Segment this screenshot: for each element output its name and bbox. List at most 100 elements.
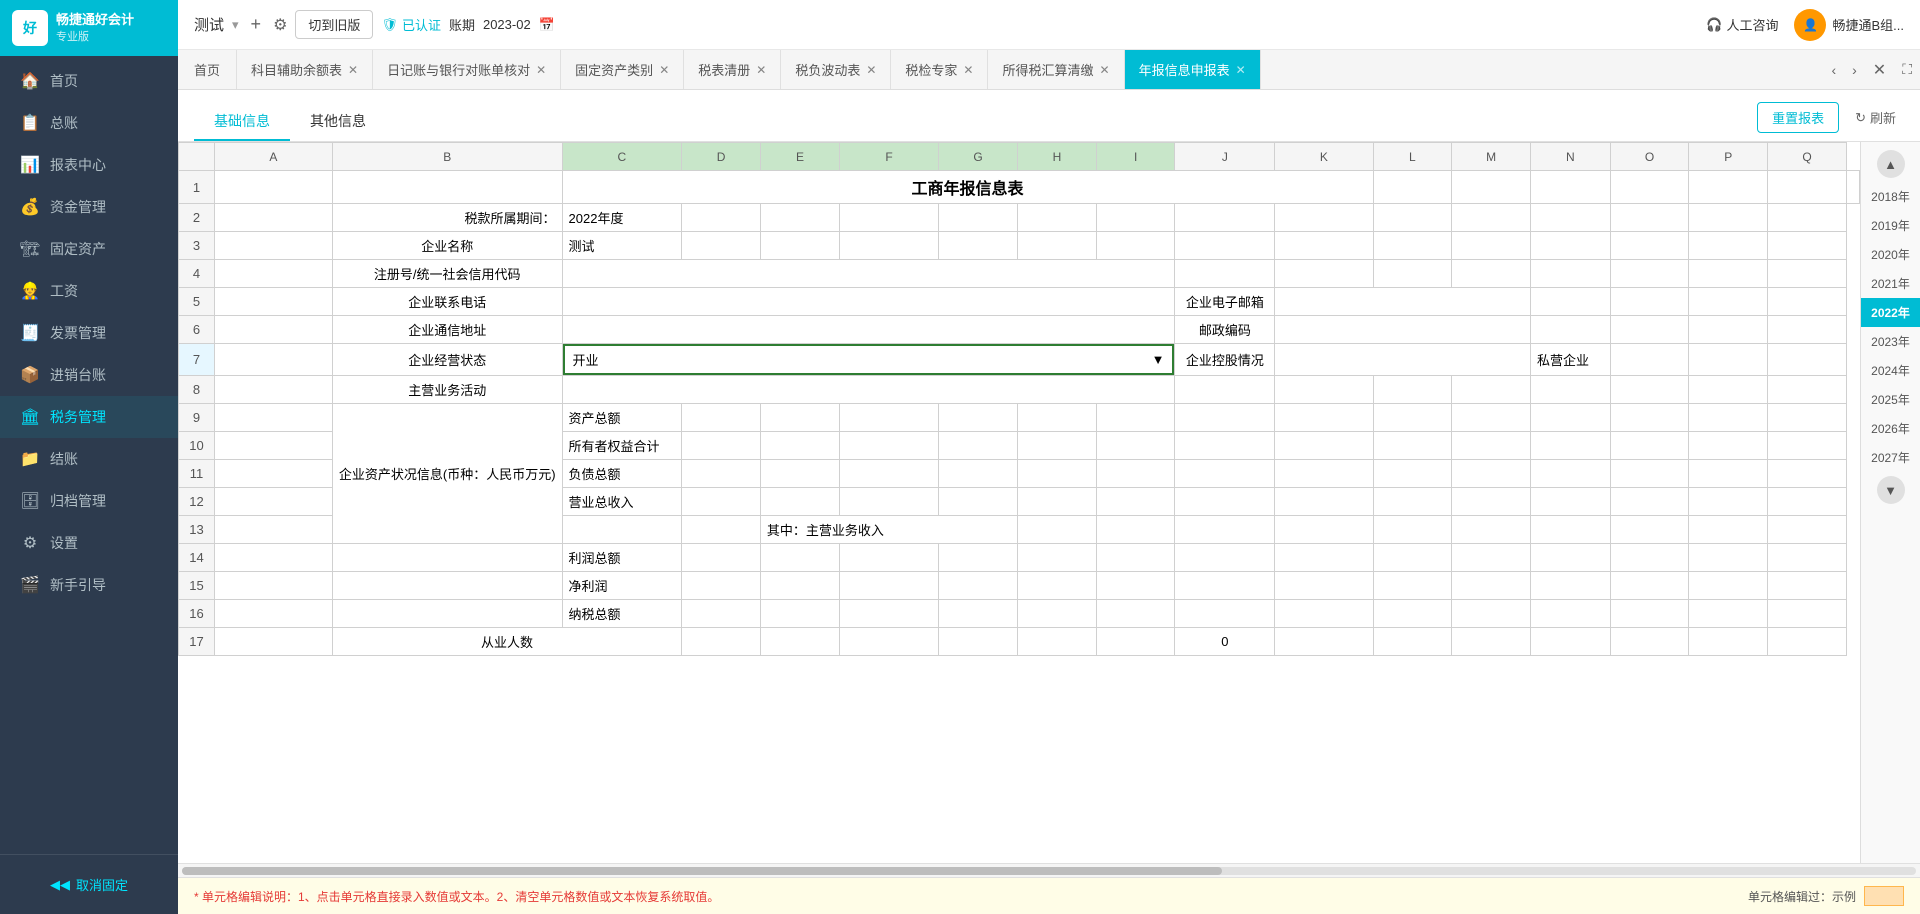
- cell-16-f[interactable]: [840, 600, 939, 628]
- cell-12-i[interactable]: [1096, 488, 1175, 516]
- refresh-btn[interactable]: ↻ 刷新: [1847, 102, 1904, 133]
- tab-fixed-assets[interactable]: 固定资产类别 ✕: [561, 50, 684, 89]
- cell-10-q[interactable]: [1768, 432, 1847, 460]
- cell-7-c-dropdown[interactable]: 开业 ▼: [562, 344, 1175, 376]
- sidebar-collapse-btn[interactable]: ◀◀ 取消固定: [0, 865, 178, 904]
- cell-3-e[interactable]: [760, 232, 839, 260]
- year-2026[interactable]: 2026年: [1861, 414, 1920, 443]
- cell-8-j[interactable]: [1175, 376, 1275, 404]
- sidebar-item-closing[interactable]: 📁 结账: [0, 438, 178, 480]
- cell-2-n[interactable]: [1531, 204, 1611, 232]
- spreadsheet-main[interactable]: A B C D E F G H I J K L M: [178, 142, 1860, 863]
- h-scroll-thumb[interactable]: [182, 867, 1222, 875]
- cell-1-l[interactable]: [1452, 171, 1531, 204]
- year-2019[interactable]: 2019年: [1861, 211, 1920, 240]
- cell-14-f[interactable]: [840, 544, 939, 572]
- cell-11-e[interactable]: [760, 460, 839, 488]
- cell-13-n[interactable]: [1531, 516, 1611, 544]
- cell-16-h[interactable]: [1018, 600, 1097, 628]
- cell-10-h[interactable]: [1018, 432, 1097, 460]
- tab-income-tax-close[interactable]: ✕: [1100, 63, 1110, 77]
- cell-12-f[interactable]: [840, 488, 939, 516]
- cell-17-k[interactable]: [1275, 628, 1373, 656]
- cell-6-o[interactable]: [1610, 316, 1689, 344]
- cell-16-q[interactable]: [1768, 600, 1847, 628]
- cell-17-p[interactable]: [1689, 628, 1768, 656]
- cell-14-e[interactable]: [760, 544, 839, 572]
- cell-14-i[interactable]: [1096, 544, 1175, 572]
- cell-15-o[interactable]: [1610, 572, 1689, 600]
- cell-10-k[interactable]: [1275, 432, 1373, 460]
- cell-14-m[interactable]: [1452, 544, 1531, 572]
- cell-11-l[interactable]: [1373, 460, 1452, 488]
- cell-4-k[interactable]: [1275, 260, 1373, 288]
- sidebar-item-archive[interactable]: 🗄 归档管理: [0, 480, 178, 522]
- tab-annual-report-close[interactable]: ✕: [1236, 63, 1246, 77]
- cell-11-i[interactable]: [1096, 460, 1175, 488]
- h-scroll-track[interactable]: [182, 867, 1916, 875]
- sidebar-item-settings[interactable]: ⚙ 设置: [0, 522, 178, 564]
- cell-3-a[interactable]: [215, 232, 333, 260]
- cell-3-i[interactable]: [1096, 232, 1175, 260]
- cell-3-l[interactable]: [1373, 232, 1452, 260]
- cell-15-i[interactable]: [1096, 572, 1175, 600]
- year-2027[interactable]: 2027年: [1861, 443, 1920, 472]
- cell-8-a[interactable]: [215, 376, 333, 404]
- cell-17-b[interactable]: 从业人数: [332, 628, 681, 656]
- cell-13-k[interactable]: [1275, 516, 1373, 544]
- cell-12-n[interactable]: [1531, 488, 1611, 516]
- cell-7-n[interactable]: 私营企业: [1531, 344, 1611, 376]
- cell-8-o[interactable]: [1610, 376, 1689, 404]
- cell-17-d[interactable]: [682, 628, 761, 656]
- cell-10-p[interactable]: [1689, 432, 1768, 460]
- tab-journal-bank[interactable]: 日记账与银行对账单核对 ✕: [373, 50, 561, 89]
- cell-2-p[interactable]: [1689, 204, 1768, 232]
- tab-prev-arrow[interactable]: ‹: [1823, 62, 1844, 78]
- tab-tax-fluctuation[interactable]: 税负波动表 ✕: [781, 50, 891, 89]
- cell-4-l[interactable]: [1373, 260, 1452, 288]
- cell-9-e[interactable]: [760, 404, 839, 432]
- cell-16-e[interactable]: [760, 600, 839, 628]
- cell-10-o[interactable]: [1610, 432, 1689, 460]
- cell-15-n[interactable]: [1531, 572, 1611, 600]
- cell-10-l[interactable]: [1373, 432, 1452, 460]
- year-2022[interactable]: 2022年: [1861, 298, 1920, 327]
- cell-2-i[interactable]: [1096, 204, 1175, 232]
- cell-8-k[interactable]: [1275, 376, 1373, 404]
- cell-15-p[interactable]: [1689, 572, 1768, 600]
- cell-2-f[interactable]: [840, 204, 939, 232]
- cell-2-a[interactable]: [215, 204, 333, 232]
- tab-tax-fluctuation-close[interactable]: ✕: [866, 63, 876, 77]
- topbar-switch-btn[interactable]: 切到旧版: [295, 10, 373, 39]
- cell-12-k[interactable]: [1275, 488, 1373, 516]
- cell-4-m[interactable]: [1452, 260, 1531, 288]
- cell-9-b[interactable]: 企业资产状况信息(币种：人民币万元): [332, 404, 562, 544]
- cell-17-g[interactable]: [938, 628, 1017, 656]
- cell-13-c[interactable]: [562, 516, 682, 544]
- sidebar-item-inventory[interactable]: 📦 进销台账: [0, 354, 178, 396]
- cell-16-n[interactable]: [1531, 600, 1611, 628]
- cell-4-o[interactable]: [1610, 260, 1689, 288]
- cell-15-e[interactable]: [760, 572, 839, 600]
- cell-3-m[interactable]: [1452, 232, 1531, 260]
- cell-13-j[interactable]: [1175, 516, 1275, 544]
- cell-17-m[interactable]: [1452, 628, 1531, 656]
- topbar-add-btn[interactable]: +: [247, 14, 266, 35]
- cell-12-o[interactable]: [1610, 488, 1689, 516]
- cell-15-m[interactable]: [1452, 572, 1531, 600]
- cell-15-a[interactable]: [215, 572, 333, 600]
- tab-home[interactable]: 首页: [178, 50, 237, 89]
- cell-8-q[interactable]: [1768, 376, 1847, 404]
- cell-1-q[interactable]: [1847, 171, 1860, 204]
- cell-12-p[interactable]: [1689, 488, 1768, 516]
- topbar-user-btn[interactable]: 👤 畅捷通B组...: [1794, 9, 1904, 41]
- cell-11-m[interactable]: [1452, 460, 1531, 488]
- sidebar-item-home[interactable]: 🏠 首页: [0, 60, 178, 102]
- cell-1-a[interactable]: [215, 171, 333, 204]
- tab-close-all-btn[interactable]: ✕: [1865, 60, 1894, 80]
- cell-15-j[interactable]: [1175, 572, 1275, 600]
- cell-10-j[interactable]: [1175, 432, 1275, 460]
- cell-9-g[interactable]: [938, 404, 1017, 432]
- cell-12-d[interactable]: [682, 488, 761, 516]
- cell-15-k[interactable]: [1275, 572, 1373, 600]
